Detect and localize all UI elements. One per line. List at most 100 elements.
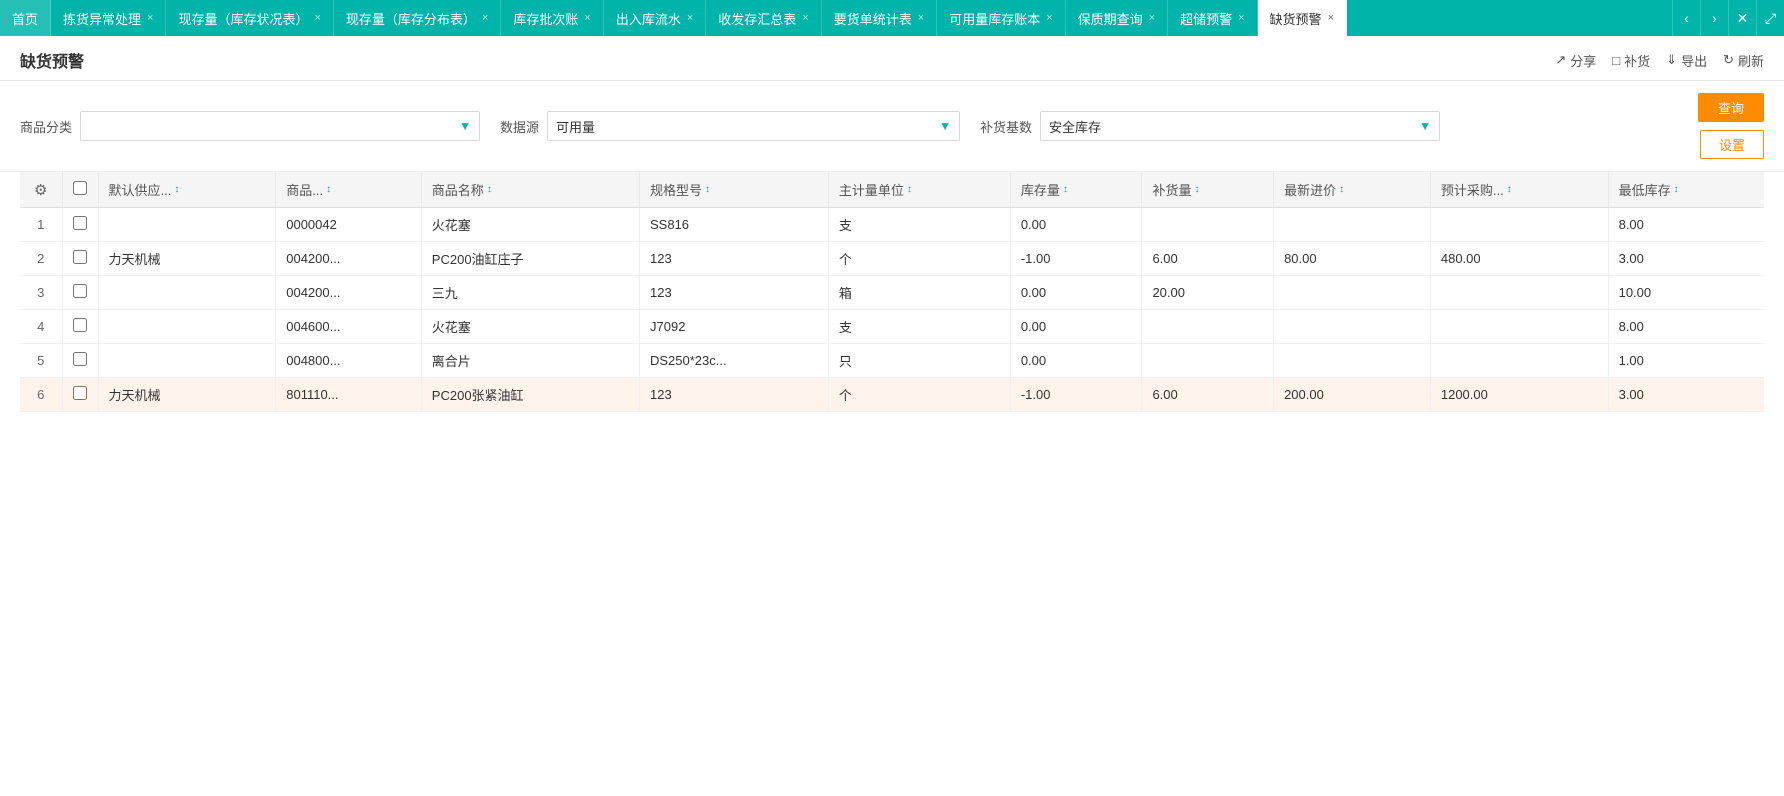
th-sort-spec[interactable]: 规格型号 ↕ <box>650 180 818 199</box>
row-checkbox-0[interactable] <box>73 216 87 230</box>
cell-code-0: 0000042 <box>276 208 422 242</box>
share-label: 分享 <box>1570 51 1596 70</box>
tab-label-collect: 收发存汇总表 <box>718 9 796 28</box>
main-content: 缺货预警 ↗ 分享 □ 补货 ⇓ 导出 ↻ 刷新 商品分类 <box>0 36 1784 796</box>
sort-price-icon: ↕ <box>1339 184 1344 195</box>
datasource-value: 可用量 <box>556 117 595 136</box>
tab-inventory-status[interactable]: 现存量（库存状况表）× <box>166 0 333 36</box>
cell-restock-2: 20.00 <box>1142 276 1274 310</box>
query-button[interactable]: 查询 <box>1698 93 1764 122</box>
restock-label: 补货 <box>1624 51 1650 70</box>
cell-price-1: 80.00 <box>1274 242 1431 276</box>
tab-expand-btn[interactable]: ⤢ <box>1756 0 1784 36</box>
tab-close-shortage[interactable]: × <box>1328 12 1334 24</box>
tab-close-expiry[interactable]: × <box>1149 12 1155 24</box>
cell-restock-4 <box>1142 344 1274 378</box>
tab-batch[interactable]: 库存批次账× <box>501 0 603 36</box>
row-checkbox-3[interactable] <box>73 318 87 332</box>
tab-close-demand[interactable]: × <box>918 12 924 24</box>
share-icon: ↗ <box>1555 52 1566 68</box>
tab-expiry[interactable]: 保质期查询× <box>1066 0 1168 36</box>
cell-num-2: 3 <box>20 276 62 310</box>
cell-price-3 <box>1274 310 1431 344</box>
tab-overstock[interactable]: 超储预警× <box>1168 0 1257 36</box>
th-sort-supplier[interactable]: 默认供应... ↕ <box>109 180 266 199</box>
select-all-checkbox[interactable] <box>73 181 87 195</box>
th-sort-unit[interactable]: 主计量单位 ↕ <box>839 180 1000 199</box>
th-sort-restock[interactable]: 补货量 ↕ <box>1152 180 1263 199</box>
restock-action[interactable]: □ 补货 <box>1612 51 1650 70</box>
tab-demand[interactable]: 要货单统计表× <box>822 0 937 36</box>
tab-close-abnormal[interactable]: × <box>147 12 153 24</box>
settings-button[interactable]: 设置 <box>1700 130 1764 159</box>
th-sort-min[interactable]: 最低库存 ↕ <box>1619 180 1754 199</box>
th-min-stock: 最低库存 ↕ <box>1608 172 1764 208</box>
cell-num-3: 4 <box>20 310 62 344</box>
row-checkbox-5[interactable] <box>73 386 87 400</box>
cell-unit-2: 箱 <box>828 276 1010 310</box>
row-checkbox-4[interactable] <box>73 352 87 366</box>
column-settings-icon[interactable]: ⚙ <box>34 182 47 199</box>
cell-checkbox-3 <box>62 310 98 344</box>
restock-basis-select[interactable]: 安全库存 ▼ <box>1040 111 1440 141</box>
share-action[interactable]: ↗ 分享 <box>1555 51 1596 70</box>
datasource-filter-group: 数据源 可用量 ▼ <box>500 111 960 141</box>
tab-home[interactable]: 首页 <box>0 0 51 36</box>
tab-inventory-dist[interactable]: 现存量（库存分布表）× <box>334 0 501 36</box>
datasource-label: 数据源 <box>500 117 539 136</box>
tab-inout-flow[interactable]: 出入库流水× <box>604 0 706 36</box>
tab-close-btn[interactable]: ✕ <box>1728 0 1756 36</box>
sort-stock-icon: ↕ <box>1063 184 1068 195</box>
restock-basis-arrow-icon: ▼ <box>1419 119 1431 133</box>
tab-collect[interactable]: 收发存汇总表 × <box>706 0 821 36</box>
th-sort-code[interactable]: 商品... ↕ <box>286 180 411 199</box>
cell-unit-3: 支 <box>828 310 1010 344</box>
tab-close-overstock[interactable]: × <box>1238 12 1244 24</box>
tab-available[interactable]: 可用量库存账本 × <box>937 0 1065 36</box>
category-select[interactable]: ▼ <box>80 111 480 141</box>
cell-restock-5: 6.00 <box>1142 378 1274 412</box>
th-sort-stock[interactable]: 库存量 ↕ <box>1021 180 1132 199</box>
header-actions: ↗ 分享 □ 补货 ⇓ 导出 ↻ 刷新 <box>1555 51 1764 70</box>
tab-next-btn[interactable]: › <box>1700 0 1728 36</box>
sort-supplier-icon: ↕ <box>174 184 179 195</box>
filter-actions: 查询 设置 <box>1698 93 1764 159</box>
restock-basis-value: 安全库存 <box>1049 117 1101 136</box>
th-sort-name[interactable]: 商品名称 ↕ <box>432 180 629 199</box>
cell-supplier-3 <box>98 310 276 344</box>
th-sort-price[interactable]: 最新进价 ↕ <box>1284 180 1420 199</box>
tab-abnormal[interactable]: 拣货异常处理× <box>51 0 166 36</box>
tab-close-available[interactable]: × <box>1046 12 1052 24</box>
tab-close-collect[interactable]: × <box>802 12 808 24</box>
th-sort-est[interactable]: 预计采购... ↕ <box>1441 180 1598 199</box>
cell-supplier-0 <box>98 208 276 242</box>
tab-label-shortage: 缺货预警 <box>1270 9 1322 28</box>
cell-supplier-4 <box>98 344 276 378</box>
tab-bar: 首页拣货异常处理×现存量（库存状况表）×现存量（库存分布表）×库存批次账×出入库… <box>0 0 1784 36</box>
cell-code-2: 004200... <box>276 276 422 310</box>
cell-price-4 <box>1274 344 1431 378</box>
cell-spec-5: 123 <box>640 378 829 412</box>
cell-name-1: PC200油缸庄子 <box>421 242 639 276</box>
row-checkbox-1[interactable] <box>73 250 87 264</box>
restock-basis-label: 补货基数 <box>980 117 1032 136</box>
sort-code-icon: ↕ <box>326 184 331 195</box>
th-unit: 主计量单位 ↕ <box>828 172 1010 208</box>
cell-stock-2: 0.00 <box>1010 276 1142 310</box>
export-icon: ⇓ <box>1666 52 1677 68</box>
tab-close-inventory-dist[interactable]: × <box>482 12 488 24</box>
tab-shortage[interactable]: 缺货预警 × <box>1258 0 1347 36</box>
row-checkbox-2[interactable] <box>73 284 87 298</box>
datasource-select[interactable]: 可用量 ▼ <box>547 111 960 141</box>
refresh-action[interactable]: ↻ 刷新 <box>1723 51 1764 70</box>
th-default-supplier: 默认供应... ↕ <box>98 172 276 208</box>
tab-prev-btn[interactable]: ‹ <box>1672 0 1700 36</box>
tab-close-inout-flow[interactable]: × <box>687 12 693 24</box>
tab-close-batch[interactable]: × <box>584 12 590 24</box>
cell-spec-1: 123 <box>640 242 829 276</box>
th-product-code: 商品... ↕ <box>276 172 422 208</box>
tab-close-inventory-status[interactable]: × <box>314 12 320 24</box>
tab-label-available: 可用量库存账本 <box>949 9 1040 28</box>
export-action[interactable]: ⇓ 导出 <box>1666 51 1707 70</box>
cell-code-1: 004200... <box>276 242 422 276</box>
